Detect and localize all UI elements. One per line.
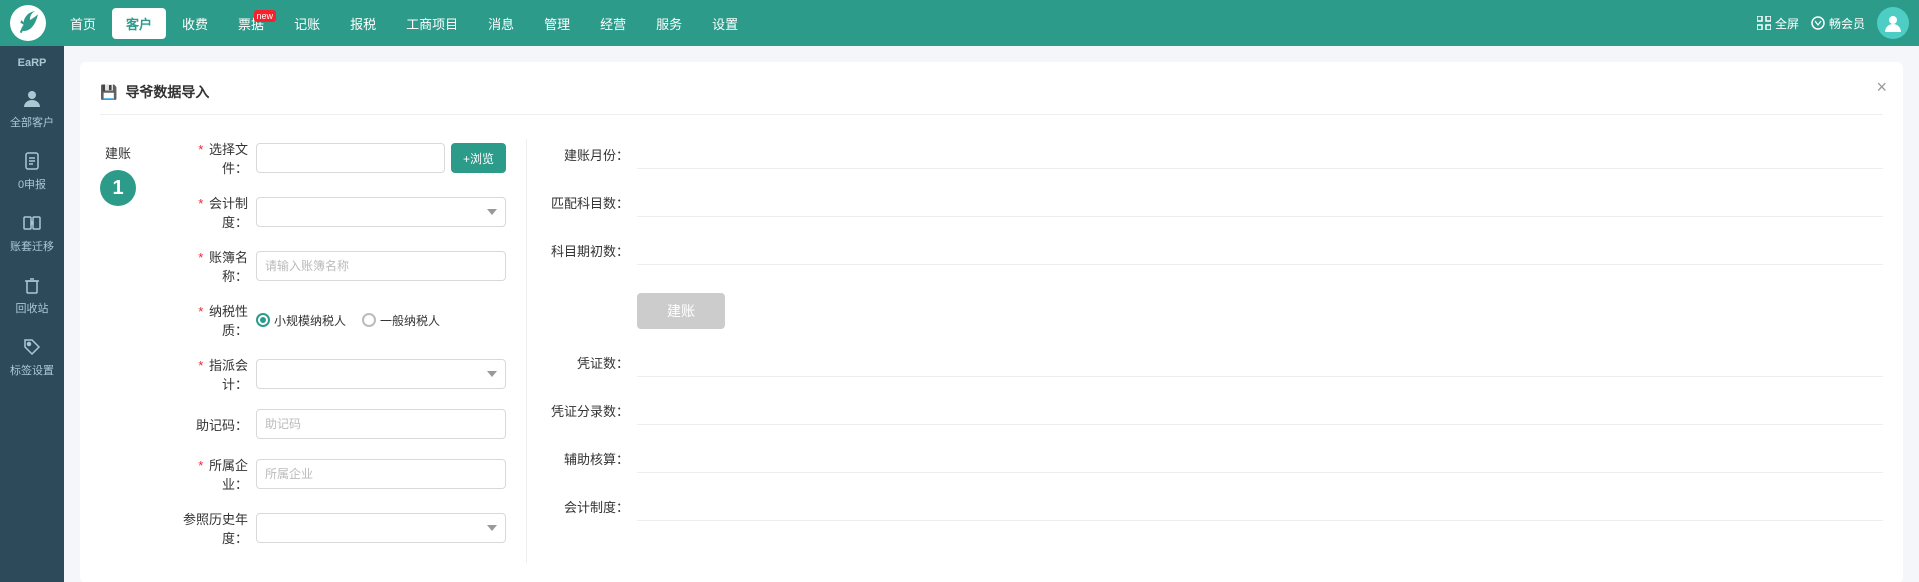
build-month-row: 建账月份：: [547, 139, 1883, 169]
memo-code-row: 助记码：: [176, 409, 506, 439]
auxiliary-value: [637, 443, 1883, 473]
build-month-label: 建账月份：: [547, 145, 637, 164]
period-opening-value: [637, 235, 1883, 265]
nav-item-operate[interactable]: 经营: [586, 8, 640, 39]
voucher-entries-label: 凭证分录数：: [547, 401, 637, 420]
form-left: 建账 1 * 选择文件： +浏览: [100, 139, 506, 563]
new-badge: new: [254, 10, 277, 23]
select-file-row: * 选择文件： +浏览: [176, 139, 506, 177]
nav-item-business[interactable]: 工商项目: [392, 8, 472, 39]
file-input[interactable]: [256, 143, 445, 173]
match-subject-label: 匹配科目数：: [547, 193, 637, 212]
accounting-system2-row: 会计制度：: [547, 491, 1883, 521]
app-logo: [10, 5, 46, 41]
build-account-button[interactable]: 建账: [637, 293, 725, 329]
ledger-name-input[interactable]: [256, 251, 506, 281]
voucher-count-value: [637, 347, 1883, 377]
tax-nature-row: * 纳税性质： 小规模纳税人 一般纳税人: [176, 301, 506, 339]
voucher-count-label: 凭证数：: [547, 353, 637, 372]
radio-dot-small: [256, 313, 270, 327]
sidebar-item-tag-settings[interactable]: 标签设置: [0, 328, 64, 386]
sidebar: EaRP 全部客户 0申报 账套迁移 回收站: [0, 46, 64, 582]
match-subject-value: [637, 187, 1883, 217]
person-icon: [21, 88, 43, 110]
voucher-count-row: 凭证数：: [547, 347, 1883, 377]
step-indicator: 建账 1: [100, 139, 136, 563]
nav-item-settings[interactable]: 设置: [698, 8, 752, 39]
period-opening-row: 科目期初数：: [547, 235, 1883, 265]
tax-nature-radio-group: 小规模纳税人 一般纳税人: [256, 312, 440, 329]
memo-code-label: 助记码：: [176, 415, 256, 434]
sidebar-item-recycle-bin[interactable]: 回收站: [0, 266, 64, 324]
nav-item-home[interactable]: 首页: [56, 8, 110, 39]
accounting-system-select[interactable]: [256, 197, 506, 227]
nav-item-customer[interactable]: 客户: [112, 8, 166, 39]
user-avatar[interactable]: [1877, 7, 1909, 39]
accounting-system2-value: [637, 491, 1883, 521]
accounting-system-row: * 会计制度：: [176, 193, 506, 231]
select-file-label: * 选择文件：: [176, 139, 256, 177]
form-right: 建账月份： 匹配科目数： 科目期初数： 建账 凭证数：: [526, 139, 1883, 563]
fullscreen-button[interactable]: 全屏: [1757, 15, 1799, 32]
company-row: * 所属企业：: [176, 455, 506, 493]
content-area: 💾 导爷数据导入 × 建账 1: [64, 46, 1919, 582]
voucher-entries-row: 凭证分录数：: [547, 395, 1883, 425]
tag-icon: [21, 336, 43, 358]
reference-year-label: 参照历史年度：: [176, 509, 256, 547]
company-label: * 所属企业：: [176, 455, 256, 493]
match-subject-row: 匹配科目数：: [547, 187, 1883, 217]
top-nav: 首页 客户 收费 票据 new 记账 报税 工商项目 消息 管理 经营 服务 设…: [0, 0, 1919, 46]
sidebar-item-account-migration[interactable]: 账套迁移: [0, 204, 64, 262]
nav-item-service[interactable]: 服务: [642, 8, 696, 39]
close-button[interactable]: ×: [1876, 78, 1887, 96]
assign-accountant-row: * 指派会计：: [176, 355, 506, 393]
nav-right: 全屏 畅会员: [1757, 7, 1909, 39]
nav-item-fee[interactable]: 收费: [168, 8, 222, 39]
import-icon: 💾: [100, 84, 117, 101]
memo-code-input[interactable]: [256, 409, 506, 439]
file-icon: [21, 150, 43, 172]
sidebar-item-all-customers[interactable]: 全部客户: [0, 80, 64, 138]
transfer-icon: [21, 212, 43, 234]
ledger-name-row: * 账簿名称：: [176, 247, 506, 285]
radio-small-tax[interactable]: 小规模纳税人: [256, 312, 346, 329]
trash-icon: [21, 274, 43, 296]
assign-accountant-select[interactable]: [256, 359, 506, 389]
radio-dot-general: [362, 313, 376, 327]
nav-item-invoice[interactable]: 票据 new: [224, 8, 278, 39]
step-circle: 1: [100, 170, 136, 206]
nav-item-account[interactable]: 记账: [280, 8, 334, 39]
nav-item-message[interactable]: 消息: [474, 8, 528, 39]
vip-button[interactable]: 畅会员: [1811, 15, 1865, 32]
voucher-entries-value: [637, 395, 1883, 425]
sidebar-item-declaration[interactable]: 0申报: [0, 142, 64, 200]
ledger-name-label: * 账簿名称：: [176, 247, 256, 285]
period-opening-label: 科目期初数：: [547, 241, 637, 260]
build-month-value: [637, 139, 1883, 169]
tax-nature-label: * 纳税性质：: [176, 301, 256, 339]
company-input[interactable]: [256, 459, 506, 489]
nav-item-tax[interactable]: 报税: [336, 8, 390, 39]
reference-year-row: 参照历史年度：: [176, 509, 506, 547]
radio-general-tax[interactable]: 一般纳税人: [362, 312, 440, 329]
auxiliary-label: 辅助核算：: [547, 449, 637, 468]
panel-title: 💾 导爷数据导入: [100, 82, 1883, 115]
nav-item-manage[interactable]: 管理: [530, 8, 584, 39]
reference-year-select[interactable]: [256, 513, 506, 543]
auxiliary-row: 辅助核算：: [547, 443, 1883, 473]
main-layout: EaRP 全部客户 0申报 账套迁移 回收站: [0, 46, 1919, 582]
nav-items: 首页 客户 收费 票据 new 记账 报税 工商项目 消息 管理 经营 服务 设…: [56, 8, 1757, 39]
form-fields: * 选择文件： +浏览 * 会计制度：: [176, 139, 506, 563]
accounting-system-label: * 会计制度：: [176, 193, 256, 231]
sidebar-logo: EaRP: [18, 56, 47, 70]
accounting-system2-label: 会计制度：: [547, 497, 637, 516]
assign-accountant-label: * 指派会计：: [176, 355, 256, 393]
panel: 💾 导爷数据导入 × 建账 1: [80, 62, 1903, 582]
browse-button[interactable]: +浏览: [451, 143, 506, 173]
form-layout: 建账 1 * 选择文件： +浏览: [100, 139, 1883, 563]
